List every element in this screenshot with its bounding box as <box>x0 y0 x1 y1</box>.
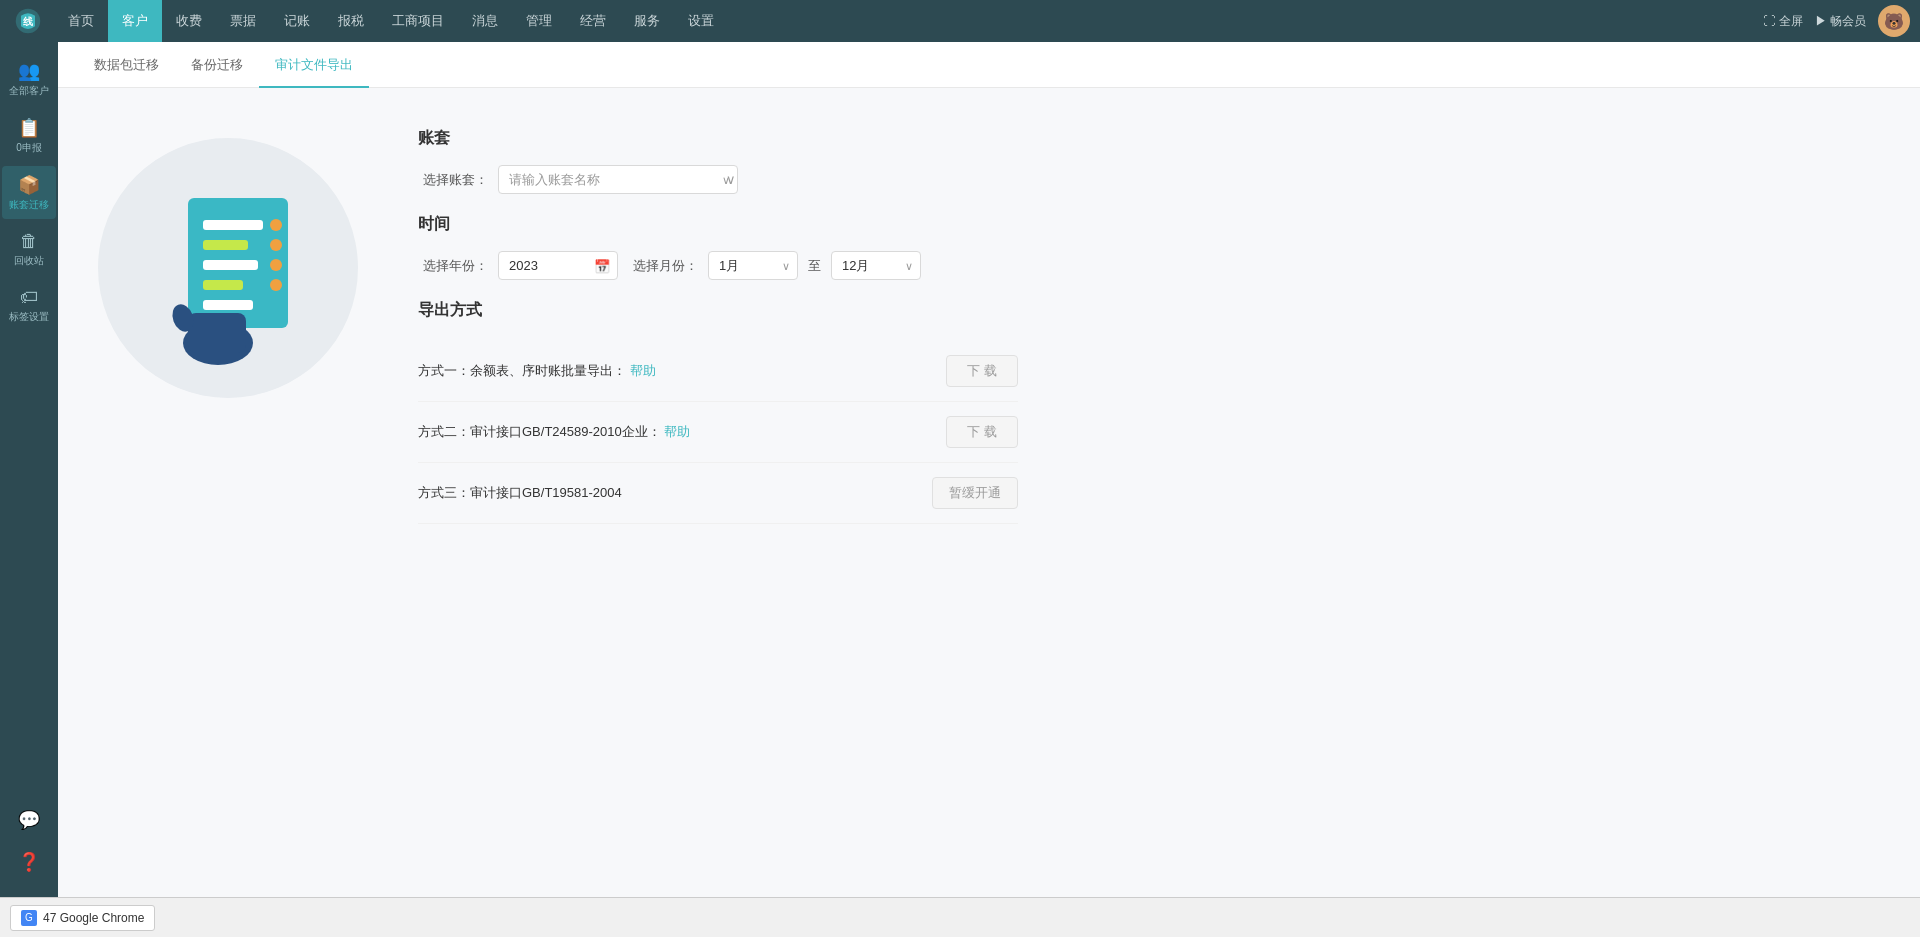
month-end-select[interactable]: 1月 2月 3月 4月 5月 6月 7月 8月 9月 10月 11月 <box>831 251 921 280</box>
svg-rect-13 <box>188 313 246 353</box>
nav-clients[interactable]: 客户 <box>108 0 162 42</box>
svg-point-8 <box>270 219 282 231</box>
all-clients-icon: 👥 <box>18 60 40 82</box>
main-layout: 👥 全部客户 📋 0申报 📦 账套迁移 🗑 回收站 🏷 标签设置 💬 ❓ <box>0 42 1920 897</box>
chrome-icon: G <box>21 910 37 926</box>
top-nav-right: ⛶ 全屏 ▶ 畅会员 🐻 <box>1763 5 1910 37</box>
page-content: 账套 选择账套： 请输入账套名称 ∨ 时间 选择年份： <box>58 88 1920 897</box>
svg-text:线: 线 <box>23 16 33 27</box>
taskbar-chrome[interactable]: G 47 Google Chrome <box>10 905 155 931</box>
year-input[interactable] <box>498 251 618 280</box>
zero-declare-icon: 📋 <box>18 117 40 139</box>
recycle-icon: 🗑 <box>20 231 38 252</box>
export-method-3: 方式三：审计接口GB/T19581-2004 暂缓开通 <box>418 463 1018 524</box>
label-select-month: 选择月份： <box>628 257 698 275</box>
nav-fees[interactable]: 收费 <box>162 0 216 42</box>
tab-bar: 数据包迁移 备份迁移 审计文件导出 <box>58 42 1920 88</box>
method1-download-btn[interactable]: 下 载 <box>946 355 1018 387</box>
method2-download-btn[interactable]: 下 载 <box>946 416 1018 448</box>
svg-point-9 <box>270 239 282 251</box>
tab-data-migration[interactable]: 数据包迁移 <box>78 42 175 88</box>
sidebar-label-tag-settings: 标签设置 <box>9 311 49 323</box>
sidebar-label-zero-declare: 0申报 <box>16 142 42 154</box>
sidebar-label-account-migration: 账套迁移 <box>9 199 49 211</box>
account-select[interactable]: 请输入账套名称 <box>498 165 738 194</box>
nav-home[interactable]: 首页 <box>54 0 108 42</box>
label-select-year: 选择年份： <box>418 257 488 275</box>
illustration-area <box>98 118 358 867</box>
export-method-2: 方式二：审计接口GB/T24589-2010企业： 帮助 下 载 <box>418 402 1018 463</box>
tab-audit-export[interactable]: 审计文件导出 <box>259 42 369 88</box>
account-migration-icon: 📦 <box>18 174 40 196</box>
top-navigation: 线 首页 客户 收费 票据 记账 报税 工商项目 消息 管理 经营 服务 设置 … <box>0 0 1920 42</box>
svg-rect-6 <box>203 280 243 290</box>
svg-rect-3 <box>203 220 263 230</box>
form-row-account: 选择账套： 请输入账套名称 ∨ <box>418 165 1018 194</box>
app-logo[interactable]: 线 <box>10 3 46 39</box>
method3-label: 方式三：审计接口GB/T19581-2004 <box>418 484 622 502</box>
section-export-title: 导出方式 <box>418 300 1018 321</box>
sidebar-item-tag-settings[interactable]: 🏷 标签设置 <box>2 279 56 331</box>
svg-point-11 <box>270 279 282 291</box>
method3-open-btn[interactable]: 暂缓开通 <box>932 477 1018 509</box>
sidebar-label-recycle: 回收站 <box>14 255 44 267</box>
nav-services[interactable]: 服务 <box>620 0 674 42</box>
export-methods: 方式一：余额表、序时账批量导出： 帮助 下 载 方式二：审计接口GB/T2458… <box>418 341 1018 524</box>
nav-messages[interactable]: 消息 <box>458 0 512 42</box>
account-select-wrapper: 请输入账套名称 <box>498 165 738 194</box>
month-start-wrapper: 1月 2月 3月 4月 5月 6月 7月 8月 9月 10月 11月 <box>708 251 798 280</box>
nav-tax[interactable]: 报税 <box>324 0 378 42</box>
sidebar-bottom: 💬 ❓ <box>2 801 56 897</box>
to-label: 至 <box>808 257 821 275</box>
year-input-wrapper: 📅 <box>498 251 618 280</box>
fullscreen-btn[interactable]: ⛶ 全屏 <box>1763 13 1802 30</box>
nav-business[interactable]: 工商项目 <box>378 0 458 42</box>
export-method-1: 方式一：余额表、序时账批量导出： 帮助 下 载 <box>418 341 1018 402</box>
sidebar-item-help[interactable]: ❓ <box>2 843 56 881</box>
taskbar: G 47 Google Chrome <box>0 897 1920 937</box>
illustration-svg <box>128 158 328 378</box>
content-area: 数据包迁移 备份迁移 审计文件导出 <box>58 42 1920 897</box>
svg-point-10 <box>270 259 282 271</box>
sidebar-item-all-clients[interactable]: 👥 全部客户 <box>2 52 56 105</box>
chat-icon: 💬 <box>18 809 40 831</box>
method1-label: 方式一：余额表、序时账批量导出： 帮助 <box>418 362 656 380</box>
form-row-time: 选择年份： 📅 选择月份： 1月 2月 3月 4月 <box>418 251 1018 280</box>
nav-invoices[interactable]: 票据 <box>216 0 270 42</box>
nav-manage[interactable]: 管理 <box>512 0 566 42</box>
nav-operations[interactable]: 经营 <box>566 0 620 42</box>
vip-btn[interactable]: ▶ 畅会员 <box>1815 13 1866 30</box>
tag-settings-icon: 🏷 <box>20 287 38 308</box>
label-select-account: 选择账套： <box>418 171 488 189</box>
sidebar-label-all-clients: 全部客户 <box>9 85 49 97</box>
tab-backup-migration[interactable]: 备份迁移 <box>175 42 259 88</box>
month-start-select[interactable]: 1月 2月 3月 4月 5月 6月 7月 8月 9月 10月 11月 <box>708 251 798 280</box>
help-icon: ❓ <box>18 851 40 873</box>
time-row: 📅 选择月份： 1月 2月 3月 4月 5月 6月 7月 <box>498 251 921 280</box>
sidebar: 👥 全部客户 📋 0申报 📦 账套迁移 🗑 回收站 🏷 标签设置 💬 ❓ <box>0 42 58 897</box>
form-area: 账套 选择账套： 请输入账套名称 ∨ 时间 选择年份： <box>418 118 1018 867</box>
section-time-title: 时间 <box>418 214 1018 235</box>
svg-rect-5 <box>203 260 258 270</box>
user-avatar[interactable]: 🐻 <box>1878 5 1910 37</box>
nav-bookkeeping[interactable]: 记账 <box>270 0 324 42</box>
method1-help-link[interactable]: 帮助 <box>630 363 656 378</box>
section-account-title: 账套 <box>418 128 1018 149</box>
sidebar-item-zero-declare[interactable]: 📋 0申报 <box>2 109 56 162</box>
sidebar-item-account-migration[interactable]: 📦 账套迁移 <box>2 166 56 219</box>
month-end-wrapper: 1月 2月 3月 4月 5月 6月 7月 8月 9月 10月 11月 <box>831 251 921 280</box>
sidebar-item-recycle[interactable]: 🗑 回收站 <box>2 223 56 275</box>
taskbar-chrome-label: 47 Google Chrome <box>43 911 144 925</box>
svg-rect-4 <box>203 240 248 250</box>
sidebar-item-chat[interactable]: 💬 <box>2 801 56 839</box>
method2-label: 方式二：审计接口GB/T24589-2010企业： 帮助 <box>418 423 690 441</box>
svg-rect-7 <box>203 300 253 310</box>
nav-settings[interactable]: 设置 <box>674 0 728 42</box>
nav-items: 首页 客户 收费 票据 记账 报税 工商项目 消息 管理 经营 服务 设置 <box>54 0 1763 42</box>
method2-help-link[interactable]: 帮助 <box>664 424 690 439</box>
illustration-circle <box>98 138 358 398</box>
